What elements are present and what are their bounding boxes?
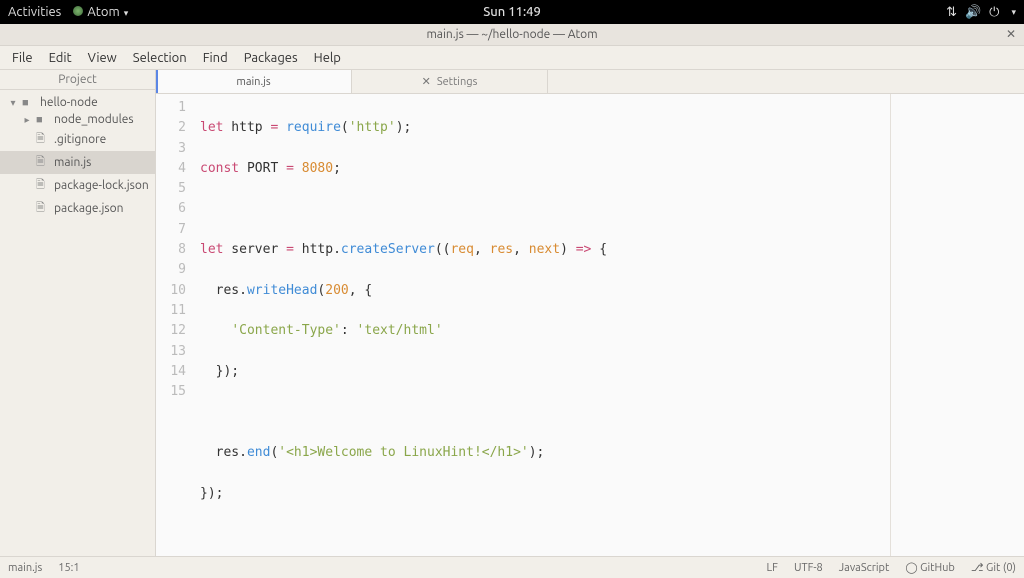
clock[interactable]: Sun 11:49 — [483, 5, 541, 19]
menubar: File Edit View Selection Find Packages H… — [0, 46, 1024, 70]
chevron-down-icon: ▾ — [1011, 7, 1016, 18]
tree-file[interactable]: 🗎 package-lock.json — [0, 174, 155, 197]
status-encoding[interactable]: UTF-8 — [794, 562, 823, 574]
tab-main-js[interactable]: main.js — [156, 70, 352, 93]
tree-label: package.json — [54, 202, 123, 215]
menu-edit[interactable]: Edit — [41, 48, 80, 68]
code-editor[interactable]: 123456789101112131415 let http = require… — [156, 94, 1024, 556]
activities-button[interactable]: Activities — [8, 5, 61, 19]
file-tree: ▾ ■ hello-node ▸ ■ node_modules 🗎 .gitig… — [0, 90, 155, 220]
file-icon: 🗎 — [36, 176, 50, 195]
sidebar-header: Project — [0, 70, 155, 90]
status-language[interactable]: JavaScript — [839, 562, 890, 574]
menu-help[interactable]: Help — [306, 48, 349, 68]
workspace: Project ▾ ■ hello-node ▸ ■ node_modules … — [0, 70, 1024, 556]
gutter: 123456789101112131415 — [156, 94, 196, 556]
file-icon: 🗎 — [36, 153, 50, 172]
tree-folder-root[interactable]: ▾ ■ hello-node — [0, 94, 155, 111]
tree-label: main.js — [54, 156, 91, 169]
chevron-down-icon: ▾ — [124, 8, 129, 18]
github-icon: ◯ — [905, 562, 917, 574]
folder-icon: ■ — [22, 97, 36, 109]
menu-view[interactable]: View — [80, 48, 125, 68]
tree-file[interactable]: 🗎 .gitignore — [0, 128, 155, 151]
status-eol[interactable]: LF — [767, 562, 778, 574]
tree-label: .gitignore — [54, 133, 106, 146]
code-content[interactable]: let http = require('http'); const PORT =… — [196, 94, 1020, 556]
menu-file[interactable]: File — [4, 48, 41, 68]
editor-pane: main.js ✕ Settings 123456789101112131415… — [156, 70, 1024, 556]
status-file[interactable]: main.js — [8, 562, 42, 574]
settings-icon: ✕ — [422, 75, 431, 88]
status-git[interactable]: ⎇ Git (0) — [971, 561, 1016, 574]
atom-icon — [73, 6, 83, 16]
volume-icon[interactable]: 🔊 — [965, 5, 981, 20]
status-github[interactable]: ◯ GitHub — [905, 561, 955, 574]
tree-folder[interactable]: ▸ ■ node_modules — [0, 111, 155, 128]
menu-selection[interactable]: Selection — [125, 48, 195, 68]
tab-bar: main.js ✕ Settings — [156, 70, 1024, 94]
chevron-right-icon: ▸ — [22, 114, 32, 126]
status-cursor[interactable]: 15:1 — [58, 562, 79, 574]
app-menu[interactable]: Atom▾ — [73, 5, 128, 19]
tree-label: hello-node — [40, 96, 98, 109]
window-title: main.js — ~/hello-node — Atom — [426, 28, 597, 41]
project-sidebar: Project ▾ ■ hello-node ▸ ■ node_modules … — [0, 70, 156, 556]
menu-packages[interactable]: Packages — [236, 48, 306, 68]
tree-file[interactable]: 🗎 package.json — [0, 197, 155, 220]
file-icon: 🗎 — [36, 199, 50, 218]
tree-file[interactable]: 🗎 main.js — [0, 151, 155, 174]
tree-label: package-lock.json — [54, 179, 149, 192]
git-icon: ⎇ — [971, 562, 984, 574]
tab-label: main.js — [236, 76, 270, 88]
status-bar: main.js 15:1 LF UTF-8 JavaScript ◯ GitHu… — [0, 556, 1024, 578]
tree-label: node_modules — [54, 113, 134, 126]
network-icon[interactable]: ⇅ — [946, 5, 957, 20]
menu-find[interactable]: Find — [195, 48, 236, 68]
chevron-down-icon: ▾ — [8, 97, 18, 109]
folder-icon: ■ — [36, 114, 50, 126]
file-icon: 🗎 — [36, 130, 50, 149]
tab-label: Settings — [437, 76, 478, 88]
tab-settings[interactable]: ✕ Settings — [352, 70, 548, 93]
power-icon[interactable]: ⏻ — [989, 5, 999, 20]
window-titlebar: main.js — ~/hello-node — Atom ✕ — [0, 24, 1024, 46]
gnome-topbar: Activities Atom▾ Sun 11:49 ⇅ 🔊 ⏻ ▾ — [0, 0, 1024, 24]
wrap-guide — [890, 94, 891, 556]
close-icon[interactable]: ✕ — [1006, 27, 1016, 41]
